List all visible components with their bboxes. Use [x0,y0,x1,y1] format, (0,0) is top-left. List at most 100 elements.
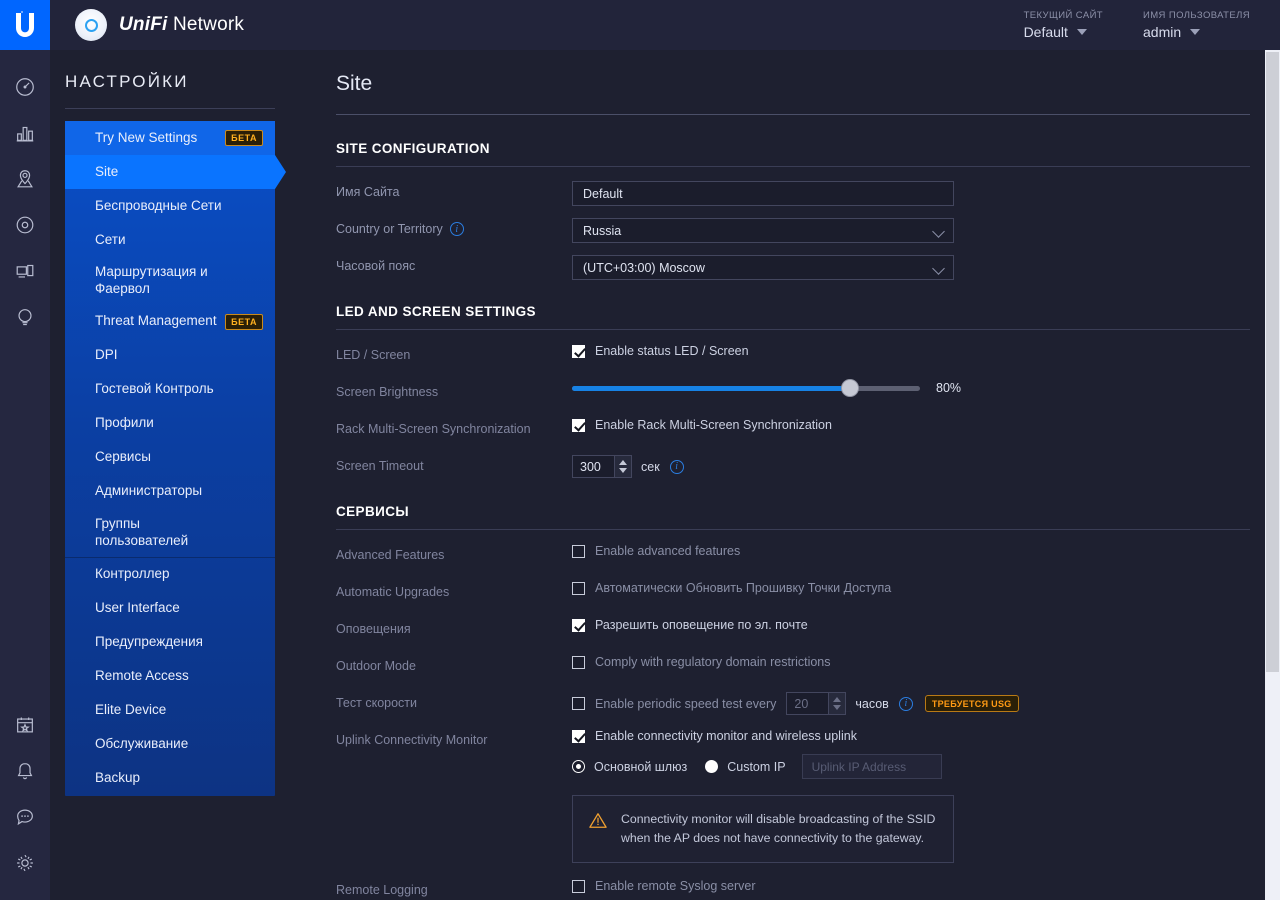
sidebar-item-предупреждения[interactable]: Предупреждения [65,626,275,660]
outdoor-mode-checkbox-label: Comply with regulatory domain restrictio… [595,655,831,669]
remote-logging-control: Enable remote Syslog server Enable Netco… [572,879,1250,900]
automatic-upgrades-row: Automatic Upgrades Автоматически Обновит… [336,581,1250,608]
sidebar-item-сети[interactable]: Сети [65,223,275,257]
speed-test-interval-stepper[interactable]: 20 [786,692,847,715]
country-select[interactable]: Russia [572,218,954,243]
sidebar-item-администраторы[interactable]: Администраторы [65,475,275,509]
section-divider [336,329,1250,330]
connectivity-monitor-notice: Connectivity monitor will disable broadc… [572,795,954,864]
map-icon [17,170,33,188]
stepper-down-icon[interactable] [619,468,627,473]
alerts-nav-button[interactable] [0,748,50,794]
timezone-row: Часовой пояс (UTC+03:00) Moscow [336,255,1250,282]
sidebar-item-remote-access[interactable]: Remote Access [65,660,275,694]
uplink-gateway-radio-label: Основной шлюз [594,759,688,774]
sidebar-item-обслуживание[interactable]: Обслуживание [65,728,275,762]
timezone-select[interactable]: (UTC+03:00) Moscow [572,255,954,280]
main-content: Site SITE CONFIGURATION Имя Сайта Defaul… [290,50,1280,900]
uplink-monitor-checkbox-label: Enable connectivity monitor and wireless… [595,729,857,743]
screen-timeout-input[interactable]: 300 [572,455,614,478]
sidebar-item-контроллер[interactable]: Контроллер [65,558,275,592]
sidebar-item-elite-device[interactable]: Elite Device [65,694,275,728]
ubiquiti-u-icon [16,11,34,37]
screen-timeout-info-icon[interactable]: i [669,459,684,474]
screen-brightness-slider[interactable] [572,380,920,396]
alerts-checkbox[interactable] [572,618,585,632]
statistics-nav-button[interactable] [0,110,50,156]
current-site-value[interactable]: Default [1024,24,1103,40]
stepper-down-icon[interactable] [833,705,842,710]
services-section: СЕРВИСЫ Advanced Features Enable advance… [336,504,1250,900]
automatic-upgrades-label: Automatic Upgrades [336,585,450,599]
speed-test-checkbox-label: Enable periodic speed test every [595,696,777,711]
speed-test-stepper-buttons[interactable] [828,692,847,715]
uplink-ip-placeholder: Uplink IP Address [811,759,907,774]
sidebar-item-беспроводные-сети[interactable]: Беспроводные Сети [65,189,275,223]
page-scrollbar[interactable] [1265,50,1280,900]
clients-nav-button[interactable] [0,248,50,294]
uplink-custom-ip-radio[interactable] [705,760,719,773]
speed-test-unit: часов [855,696,889,711]
screen-brightness-label: Screen Brightness [336,385,439,399]
devices-nav-button[interactable] [0,202,50,248]
rack-sync-row: Rack Multi-Screen Synchronization Enable… [336,418,1250,445]
led-screen-checkbox[interactable] [572,344,585,358]
speed-test-checkbox[interactable] [572,697,585,710]
led-screen-control: Enable status LED / Screen [572,344,1250,358]
sidebar-item-label: Backup [95,770,141,786]
current-site-selector[interactable]: ТЕКУЩИЙ САЙТ Default [1024,10,1103,40]
timezone-label: Часовой пояс [336,259,416,273]
stepper-up-icon[interactable] [833,697,842,702]
sidebar-item-label: Обслуживание [95,736,189,752]
sidebar-item-site[interactable]: Site [65,155,275,189]
sidebar-item-сервисы[interactable]: Сервисы [65,441,275,475]
sidebar-item-маршрутизация-и-фаервол[interactable]: Маршрутизация и Фаервол [65,257,275,305]
automatic-upgrades-checkbox[interactable] [572,581,585,595]
dashboard-nav-button[interactable] [0,64,50,110]
rack-sync-checkbox[interactable] [572,418,585,432]
map-nav-button[interactable] [0,156,50,202]
sidebar-item-user-interface[interactable]: User Interface [65,592,275,626]
uplink-monitor-checkbox[interactable] [572,729,585,743]
username-value[interactable]: admin [1143,24,1250,40]
sidebar-item-группы-пользователей[interactable]: Группы пользователей [65,509,275,557]
uplink-gateway-radio[interactable] [572,760,585,773]
sidebar-item-try-new-settings[interactable]: Try New Settings БЕТА [65,121,275,155]
syslog-checkbox[interactable] [572,879,585,893]
events-nav-button[interactable] [0,702,50,748]
page-scrollbar-thumb[interactable] [1266,52,1279,672]
outdoor-mode-checkbox[interactable] [572,655,585,669]
settings-nav-group-secondary: Контроллер User Interface Предупреждения Re… [65,558,275,796]
screen-timeout-stepper[interactable]: 300 [572,455,632,478]
dashboard-icon [16,78,34,96]
speed-test-info-icon[interactable]: i [898,696,913,711]
advanced-features-row: Advanced Features Enable advanced featur… [336,544,1250,571]
app-body: НАСТРОЙКИ Try New Settings БЕТА Site Беспро… [0,50,1280,900]
site-name-input[interactable]: Default [572,181,954,206]
sidebar-item-backup[interactable]: Backup [65,762,275,796]
advanced-features-checkbox[interactable] [572,544,585,558]
uplink-ip-input[interactable]: Uplink IP Address [801,754,942,779]
settings-nav-button[interactable] [0,840,50,886]
settings-sidebar-title: НАСТРОЙКИ [65,72,189,91]
usg-required-badge: ТРЕБУЕТСЯ USG [924,695,1019,712]
unifi-network-app: UniFi Network ТЕКУЩИЙ САЙТ Default ИМЯ П… [0,0,1280,900]
stepper-up-icon[interactable] [619,460,627,465]
sidebar-item-dpi[interactable]: DPI [65,339,275,373]
user-menu[interactable]: ИМЯ ПОЛЬЗОВАТЕЛЯ admin [1143,10,1250,40]
country-info-icon[interactable]: i [449,222,464,236]
sidebar-item-label: Беспроводные Сети [95,197,222,213]
chat-nav-button[interactable] [0,794,50,840]
speed-test-interval-input[interactable]: 20 [786,692,829,715]
ubiquiti-logo-tile[interactable] [0,0,50,50]
sidebar-item-label: Администраторы [95,483,203,499]
insights-icon [18,309,32,326]
slider-knob[interactable] [842,380,859,396]
settings-nav: Try New Settings БЕТА Site Беспроводные Сет… [65,121,275,796]
insights-nav-button[interactable] [0,294,50,340]
sidebar-item-профили[interactable]: Профили [65,407,275,441]
sidebar-item-threat-management[interactable]: Threat Management БЕТА [65,305,275,339]
speed-test-label: Тест скорости [336,696,418,710]
sidebar-item-гостевой-контроль[interactable]: Гостевой Контроль [65,373,275,407]
screen-timeout-stepper-buttons[interactable] [614,455,632,478]
